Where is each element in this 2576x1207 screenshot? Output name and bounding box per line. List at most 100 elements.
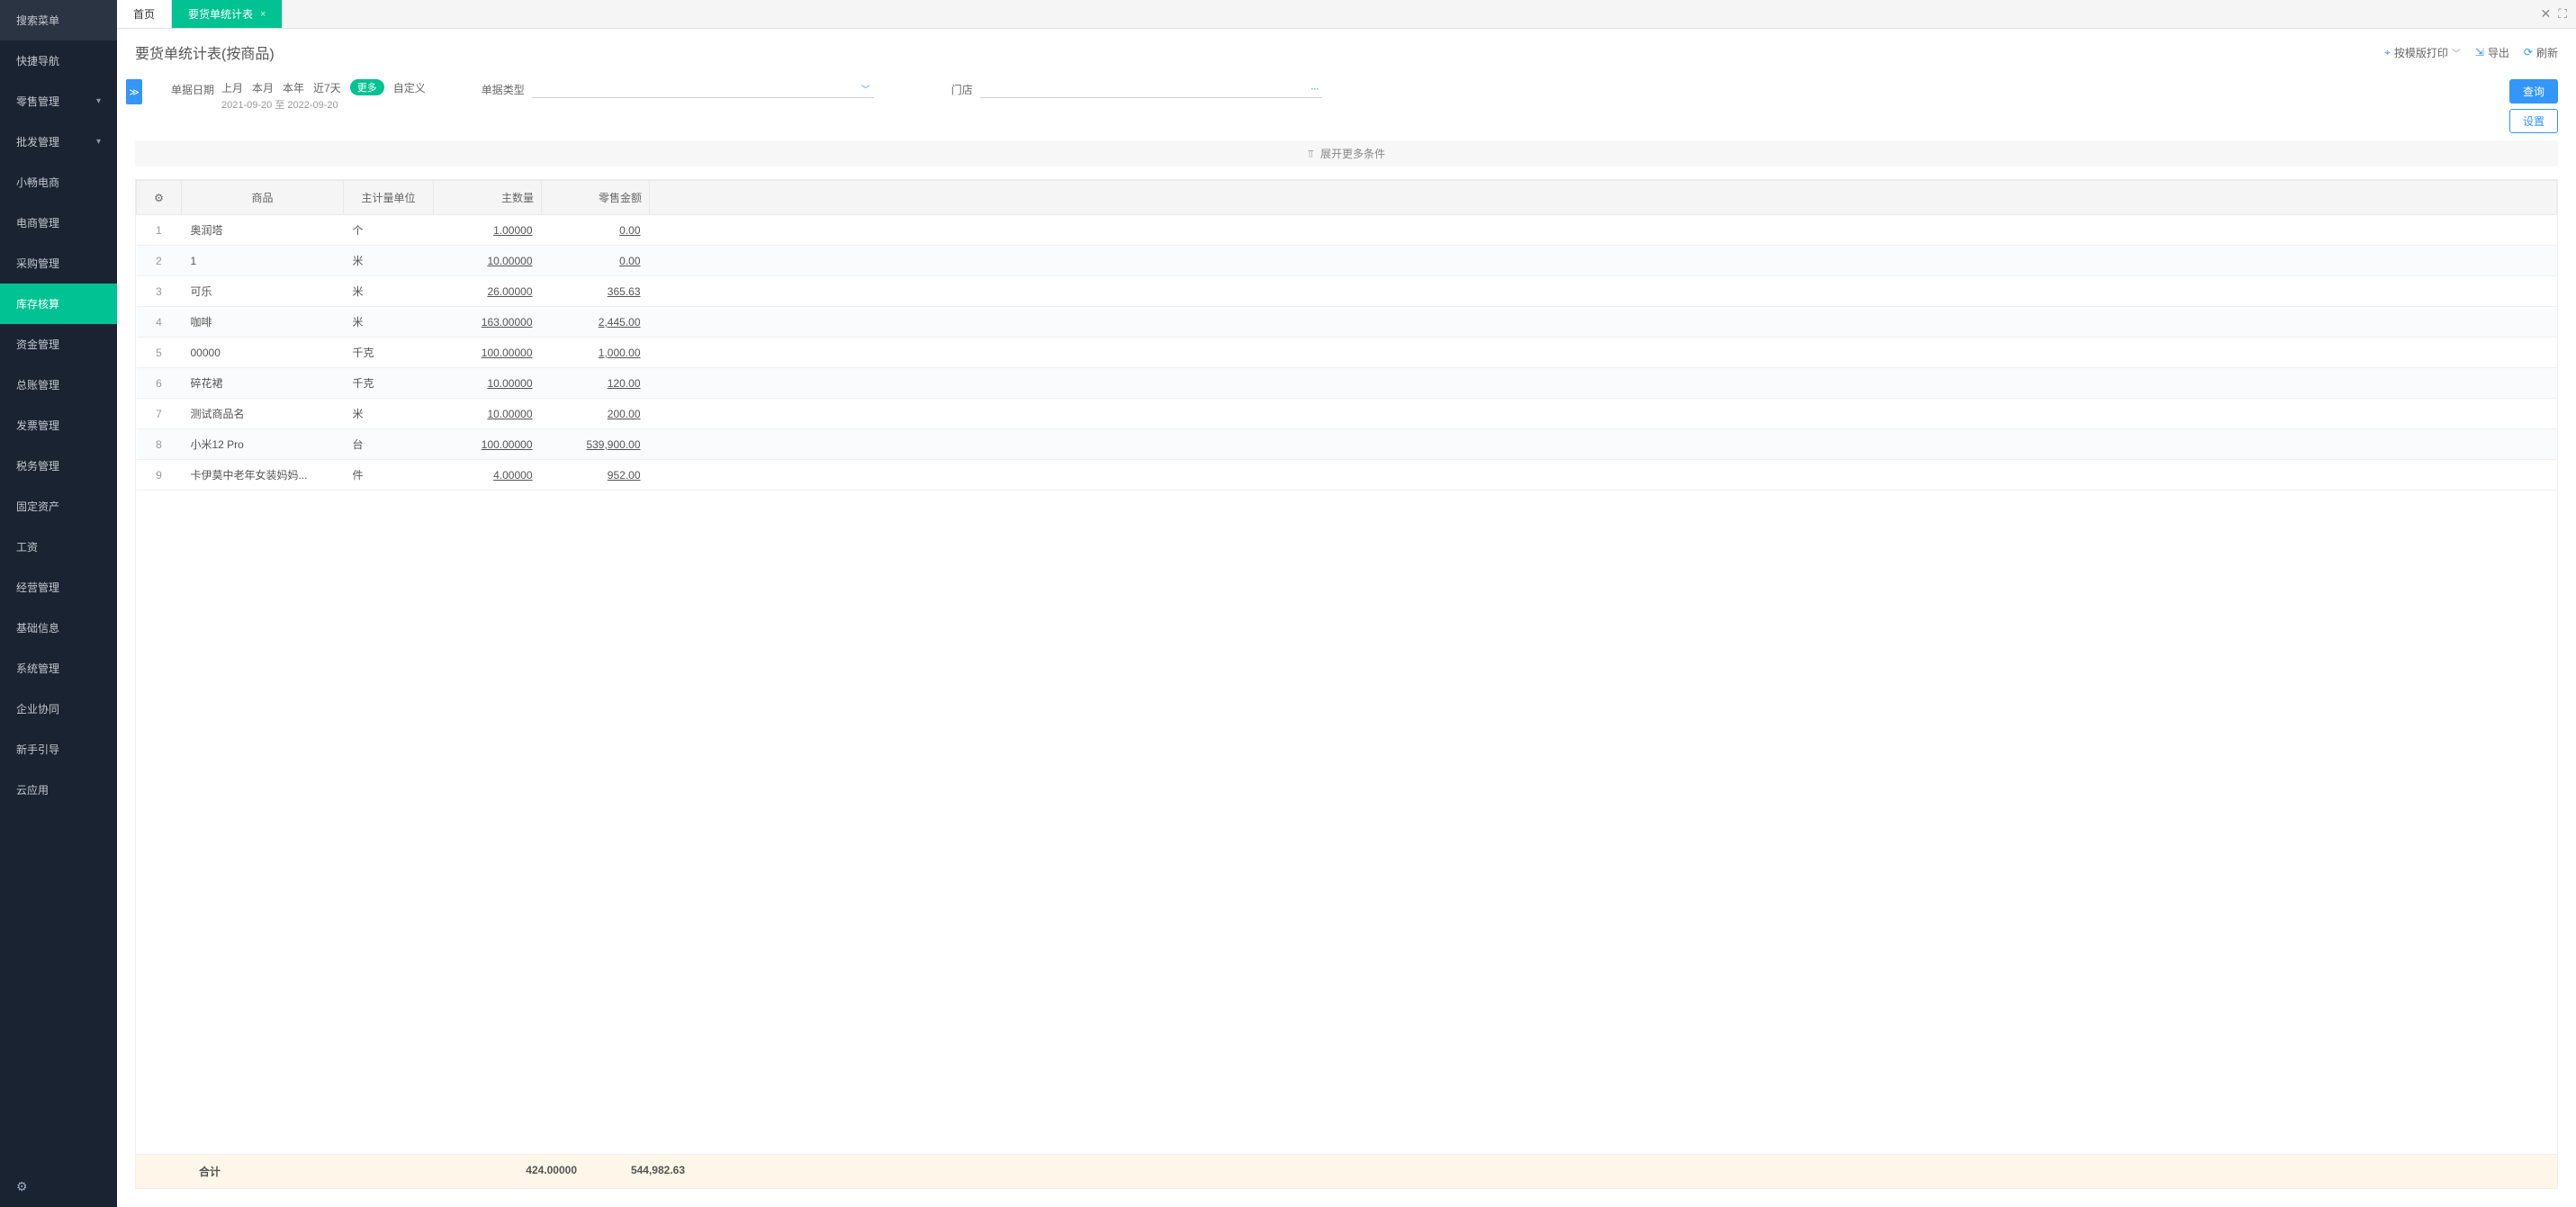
sidebar-item-fund-mgmt[interactable]: 资金管理 [0,324,117,365]
sidebar-item-inventory-calc[interactable]: 库存核算 [0,284,117,324]
col-unit[interactable]: 主计量单位 [344,181,434,215]
sidebar: 搜索菜单快捷导航零售管理▾批发管理▾小畅电商电商管理采购管理库存核算资金管理总账… [0,0,117,1207]
sidebar-item-label: 经营管理 [16,580,59,595]
tab-label: 要货单统计表 [188,6,253,22]
sidebar-item-label: 零售管理 [16,94,59,109]
row-qty[interactable]: 100.00000 [434,429,542,460]
export-action[interactable]: ⇲ 导出 [2475,45,2509,60]
tab-fullscreen-icon[interactable]: ⛶ [2558,6,2567,22]
sidebar-item-business-mgmt[interactable]: 经营管理 [0,567,117,608]
sidebar-item-ecommerce-xc[interactable]: 小畅电商 [0,162,117,203]
row-index: 7 [137,399,182,429]
table-row[interactable]: 1奥润塔个1.000000.00 [137,215,2557,246]
sidebar-item-salary[interactable]: 工资 [0,527,117,567]
tab-close-all-icon[interactable]: ✕ [2540,6,2551,22]
store-input[interactable] [980,79,1322,98]
sidebar-item-system-mgmt[interactable]: 系统管理 [0,648,117,689]
row-index: 4 [137,307,182,338]
refresh-action[interactable]: ⟳ 刷新 [2524,45,2558,60]
col-settings[interactable]: ⚙ [137,181,182,215]
row-product: 咖啡 [182,307,344,338]
table-row[interactable]: 500000千克100.000001,000.00 [137,338,2557,368]
gear-icon[interactable]: ⚙ [16,1179,28,1193]
sidebar-item-label: 小畅电商 [16,175,59,190]
settings-button[interactable]: 设置 [2509,109,2558,133]
row-amount[interactable]: 0.00 [542,215,650,246]
date-this-year[interactable]: 本年 [283,80,304,95]
table-row[interactable]: 3可乐米26.00000365.63 [137,276,2557,307]
sidebar-item-basic-info[interactable]: 基础信息 [0,608,117,648]
date-this-month[interactable]: 本月 [252,80,274,95]
chevron-down-icon: ▾ [96,137,101,147]
sidebar-item-purchase-mgmt[interactable]: 采购管理 [0,243,117,284]
row-amount[interactable]: 952.00 [542,460,650,491]
row-spacer [650,368,2557,399]
sidebar-item-label: 快捷导航 [16,53,59,68]
expand-more-conditions[interactable]: ⫪ 展开更多条件 [135,140,2558,167]
filter-store-label: 门店 [910,79,973,97]
row-qty[interactable]: 163.00000 [434,307,542,338]
filter-date-label: 单据日期 [151,79,214,97]
row-spacer [650,307,2557,338]
query-button[interactable]: 查询 [2509,79,2558,104]
table-container: ⚙ 商品 主计量单位 主数量 零售金额 1奥润塔个1.000000.0021米1… [135,179,2558,1155]
table-row[interactable]: 7测试商品名米10.00000200.00 [137,399,2557,429]
col-amount[interactable]: 零售金额 [542,181,650,215]
row-qty[interactable]: 10.00000 [434,368,542,399]
sidebar-item-tax-mgmt[interactable]: 税务管理 [0,446,117,486]
sidebar-item-retail-mgmt[interactable]: 零售管理▾ [0,81,117,122]
sidebar-item-label: 总账管理 [16,377,59,392]
sidebar-item-newbie-guide[interactable]: 新手引导 [0,729,117,770]
sidebar-item-invoice-mgmt[interactable]: 发票管理 [0,405,117,446]
sidebar-item-enterprise-coop[interactable]: 企业协同 [0,689,117,729]
table-row[interactable]: 6碎花裙千克10.00000120.00 [137,368,2557,399]
sidebar-item-label: 固定资产 [16,499,59,514]
close-icon[interactable]: × [260,9,266,20]
row-qty[interactable]: 10.00000 [434,246,542,276]
tab-1[interactable]: 要货单统计表 × [172,0,283,28]
sidebar-item-search-menu[interactable]: 搜索菜单 [0,0,117,41]
date-more-badge[interactable]: 更多 [350,79,384,95]
row-qty[interactable]: 4.00000 [434,460,542,491]
sidebar-item-ecommerce-mgmt[interactable]: 电商管理 [0,203,117,243]
row-amount[interactable]: 539,900.00 [542,429,650,460]
print-action[interactable]: ⌖ 按模版打印 ﹀ [2384,45,2461,60]
date-custom[interactable]: 自定义 [393,80,426,95]
row-spacer [650,429,2557,460]
row-qty[interactable]: 100.00000 [434,338,542,368]
table-row[interactable]: 4咖啡米163.000002,445.00 [137,307,2557,338]
row-qty[interactable]: 10.00000 [434,399,542,429]
row-qty[interactable]: 1.00000 [434,215,542,246]
date-range-text: 2021-09-20 至 2022-09-20 [221,97,426,112]
sidebar-item-cloud-app[interactable]: 云应用 [0,770,117,810]
table-row[interactable]: 8小米12 Pro台100.00000539,900.00 [137,429,2557,460]
row-amount[interactable]: 0.00 [542,246,650,276]
sidebar-item-ledger-mgmt[interactable]: 总账管理 [0,365,117,405]
col-qty[interactable]: 主数量 [434,181,542,215]
row-amount[interactable]: 120.00 [542,368,650,399]
row-unit: 个 [344,215,434,246]
doctype-input[interactable] [532,79,874,98]
row-amount[interactable]: 1,000.00 [542,338,650,368]
sidebar-item-fixed-assets[interactable]: 固定资产 [0,486,117,527]
row-index: 3 [137,276,182,307]
date-last7[interactable]: 近7天 [313,80,341,95]
row-amount[interactable]: 200.00 [542,399,650,429]
collapse-filter-button[interactable]: ≫ [126,79,142,104]
sidebar-item-quick-nav[interactable]: 快捷导航 [0,41,117,81]
row-amount[interactable]: 2,445.00 [542,307,650,338]
row-index: 6 [137,368,182,399]
date-prev-month[interactable]: 上月 [221,80,243,95]
tab-0[interactable]: 首页 [117,0,172,28]
table-row[interactable]: 21米10.000000.00 [137,246,2557,276]
row-index: 5 [137,338,182,368]
row-spacer [650,460,2557,491]
sidebar-item-label: 系统管理 [16,661,59,676]
sidebar-item-label: 基础信息 [16,620,59,635]
row-unit: 米 [344,399,434,429]
table-row[interactable]: 9卡伊莫中老年女装妈妈...件4.00000952.00 [137,460,2557,491]
row-amount[interactable]: 365.63 [542,276,650,307]
row-qty[interactable]: 26.00000 [434,276,542,307]
sidebar-item-wholesale-mgmt[interactable]: 批发管理▾ [0,122,117,162]
col-product[interactable]: 商品 [182,181,344,215]
